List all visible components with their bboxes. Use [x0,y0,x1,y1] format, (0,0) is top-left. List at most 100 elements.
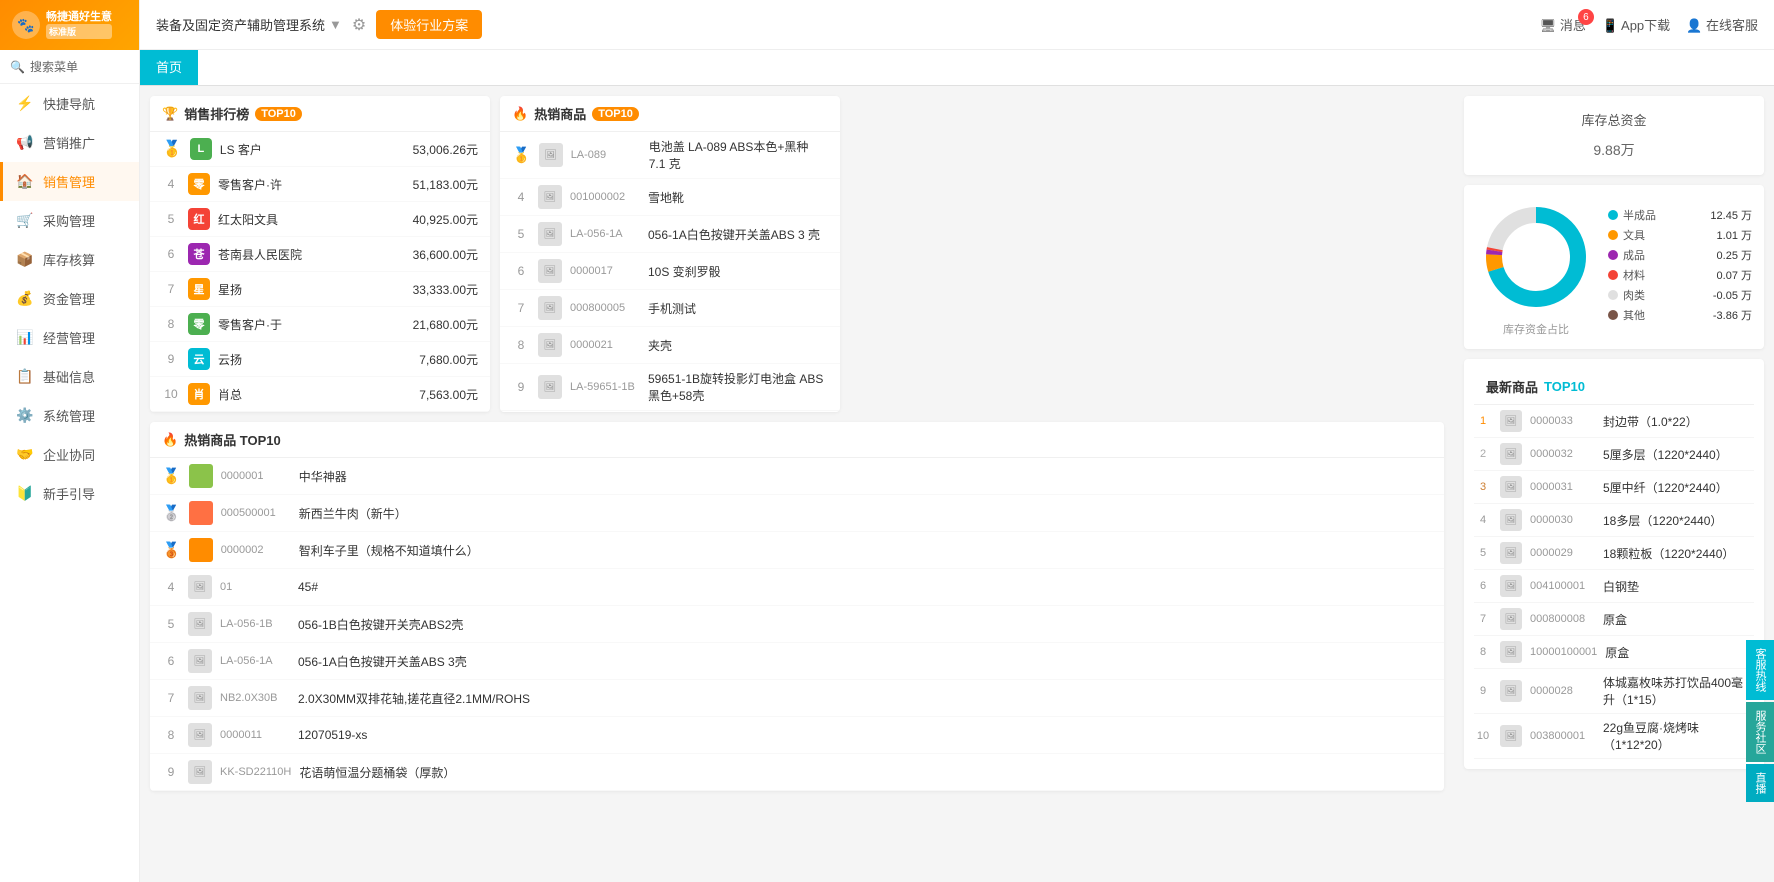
sidebar: 🐾 畅捷通好生意 标准版 🔍 搜索菜单 ⚡ 快捷导航 📢 营销推广 🏠 销售管理… [0,0,140,882]
system-icon: ⚙️ [15,407,35,424]
float-btn-live[interactable]: 直播 [1746,764,1774,802]
hot-product-item[interactable]: 5🖼LA-056-1A056-1A白色按键开关盖ABS 3 壳 [500,216,840,253]
sidebar-item-collab[interactable]: 🤝 企业协同 [0,435,139,474]
rank-avatar: 红 [188,208,210,230]
new-product-rank: 3 [1474,481,1492,493]
rank-item[interactable]: 10肖肖总7,563.00元 [150,377,490,412]
product-code: 0000001 [221,470,291,482]
sidebar-item-system[interactable]: ⚙️ 系统管理 [0,396,139,435]
tab-home[interactable]: 首页 [140,50,198,85]
app-download-button[interactable]: 📱 App下载 [1602,15,1670,34]
new-product-rank: 7 [1474,613,1492,625]
product-code: LA-089 [571,149,641,161]
sidebar-item-label: 销售管理 [43,172,95,191]
sidebar-item-label: 企业协同 [43,445,95,464]
product-medal-icon: 🥇 [162,467,181,485]
settings-icon[interactable]: ⚙ [352,15,366,35]
sidebar-logo: 🐾 畅捷通好生意 标准版 [0,0,139,50]
hot-bottom-item[interactable]: 🥉0000002智利车子里（规格不知道填什么） [150,532,1444,569]
new-product-item[interactable]: 8🖼10000100001原盒 [1474,636,1754,669]
notification-button[interactable]: 🖥 消息 6 [1540,15,1586,34]
sidebar-item-guide[interactable]: 🔰 新手引导 [0,474,139,513]
search-menu-button[interactable]: 🔍 搜索菜单 [10,58,129,75]
new-product-name: 白钢垫 [1603,578,1754,595]
trophy-icon: 🏆 [162,106,178,122]
sidebar-item-purchase[interactable]: 🛒 采购管理 [0,201,139,240]
product-code: LA-056-1A [570,228,640,240]
fire-icon: 🔥 [512,106,528,122]
rank-item[interactable]: 5红红太阳文具40,925.00元 [150,202,490,237]
hot-bottom-item[interactable]: 8🖼000001112070519-xs [150,717,1444,754]
hot-top-badge: TOP10 [592,107,639,121]
sidebar-item-basic[interactable]: 📋 基础信息 [0,357,139,396]
new-product-item[interactable]: 1🖼0000033封边带（1.0*22） [1474,405,1754,438]
rank-item[interactable]: 9云云扬7,680.00元 [150,342,490,377]
sidebar-nav: ⚡ 快捷导航 📢 营销推广 🏠 销售管理 🛒 采购管理 📦 库存核算 💰 资金管… [0,84,139,882]
sidebar-item-sales[interactable]: 🏠 销售管理 [0,162,139,201]
new-product-item[interactable]: 2🖼00000325厘多层（1220*2440） [1474,438,1754,471]
hot-product-item[interactable]: 4🖼001000002雪地靴 [500,179,840,216]
sidebar-item-inventory[interactable]: 📦 库存核算 [0,240,139,279]
new-product-item[interactable]: 7🖼000800008原盒 [1474,603,1754,636]
sidebar-item-marketing[interactable]: 📢 营销推广 [0,123,139,162]
online-service-button[interactable]: 👤 在线客服 [1686,15,1758,34]
rank-name: 零售客户·许 [218,176,405,193]
hot-product-item[interactable]: 7🖼000800005手机测试 [500,290,840,327]
hot-bottom-item[interactable]: 🥇0000001中华神器 [150,458,1444,495]
hot-bottom-item[interactable]: 🥈000500001新西兰牛肉（新牛） [150,495,1444,532]
rank-item[interactable]: 7星星扬33,333.00元 [150,272,490,307]
inventory-chart-panel: 库存资金占比 半成品12.45 万文具1.01 万成品0.25 万材料0.07 … [1464,185,1764,349]
sidebar-search-area[interactable]: 🔍 搜索菜单 [0,50,139,84]
hot-bottom-item[interactable]: 5🖼LA-056-1B056-1B白色按键开关壳ABS2壳 [150,606,1444,643]
trial-button[interactable]: 体验行业方案 [376,10,482,39]
sidebar-item-label: 库存核算 [43,250,95,269]
hot-product-item[interactable]: 9🖼LA-59651-1B59651-1B旋转投影灯电池盒 ABS黑色+58壳 [500,364,840,411]
legend-value: -0.05 万 [1713,287,1752,303]
product-code: 0000017 [570,265,640,277]
float-btn-service[interactable]: 客服热线 [1746,640,1774,700]
product-thumbnail [189,538,213,562]
new-product-item[interactable]: 3🖼00000315厘中纤（1220*2440） [1474,471,1754,504]
product-medal-icon: 🥇 [512,146,531,164]
rank-item[interactable]: 6苍苍南县人民医院36,600.00元 [150,237,490,272]
hot-product-item[interactable]: 6🖼000001710S 变刹罗骰 [500,253,840,290]
sidebar-item-label: 新手引导 [43,484,95,503]
hot-bottom-item[interactable]: 6🖼LA-056-1A056-1A白色按键开关盖ABS 3壳 [150,643,1444,680]
notification-icon: 🖥 [1540,18,1557,33]
product-code: LA-056-1B [220,618,290,630]
service-icon: 👤 [1686,18,1702,33]
new-product-rank: 5 [1474,547,1492,559]
new-product-name: 18颗粒板（1220*2440） [1603,545,1754,562]
hot-product-item[interactable]: 8🖼0000021夹壳 [500,327,840,364]
sidebar-item-label: 资金管理 [43,289,95,308]
float-btn-community[interactable]: 服务社区 [1746,702,1774,762]
content-area: 🏆 销售排行榜 TOP10 🥇LLS 客户53,006.26元4零零售客户·许5… [140,86,1774,882]
sidebar-item-operations[interactable]: 📊 经营管理 [0,318,139,357]
hot-products-bottom-list: 🥇0000001中华神器🥈000500001新西兰牛肉（新牛）🥉0000002智… [150,458,1444,791]
sidebar-item-quick-nav[interactable]: ⚡ 快捷导航 [0,84,139,123]
hot-bottom-item[interactable]: 7🖼NB2.0X30B2.0X30MM双排花轴,搓花直径2.1MM/ROHS [150,680,1444,717]
rank-item[interactable]: 4零零售客户·许51,183.00元 [150,167,490,202]
rank-item[interactable]: 8零零售客户·于21,680.00元 [150,307,490,342]
hot-bottom-item[interactable]: 9🖼KK-SD22110H花语萌恒温分题桶袋（厚款） [150,754,1444,791]
sales-ranking-list: 🥇LLS 客户53,006.26元4零零售客户·许51,183.00元5红红太阳… [150,132,490,412]
new-product-item[interactable]: 9🖼0000028体城嘉枚味苏打饮品400毫升（1*15） [1474,669,1754,714]
hot-product-item[interactable]: 🥇🖼LA-089电池盖 LA-089 ABS本色+黑种 7.1 克 [500,132,840,179]
rank-number: 6 [162,247,180,261]
ranking-badge: TOP10 [255,107,302,121]
sidebar-item-label: 营销推广 [43,133,95,152]
hot-bottom-item[interactable]: 4🖼0145# [150,569,1444,606]
rank-amount: 33,333.00元 [413,281,478,298]
new-product-item[interactable]: 4🖼000003018多层（1220*2440） [1474,504,1754,537]
new-product-item[interactable]: 10🖼00380000122g鱼豆腐·烧烤味（1*12*20） [1474,714,1754,759]
new-product-item[interactable]: 5🖼000002918颗粒板（1220*2440） [1474,537,1754,570]
rank-name: 红太阳文具 [218,211,405,228]
product-thumbnail: 🖼 [188,649,212,673]
legend-color-dot [1608,250,1618,260]
rank-avatar: 云 [188,348,210,370]
rank-name: LS 客户 [220,141,405,158]
inventory-icon: 📦 [15,251,35,268]
sidebar-item-finance[interactable]: 💰 资金管理 [0,279,139,318]
rank-item[interactable]: 🥇LLS 客户53,006.26元 [150,132,490,167]
new-product-item[interactable]: 6🖼004100001白钢垫 [1474,570,1754,603]
